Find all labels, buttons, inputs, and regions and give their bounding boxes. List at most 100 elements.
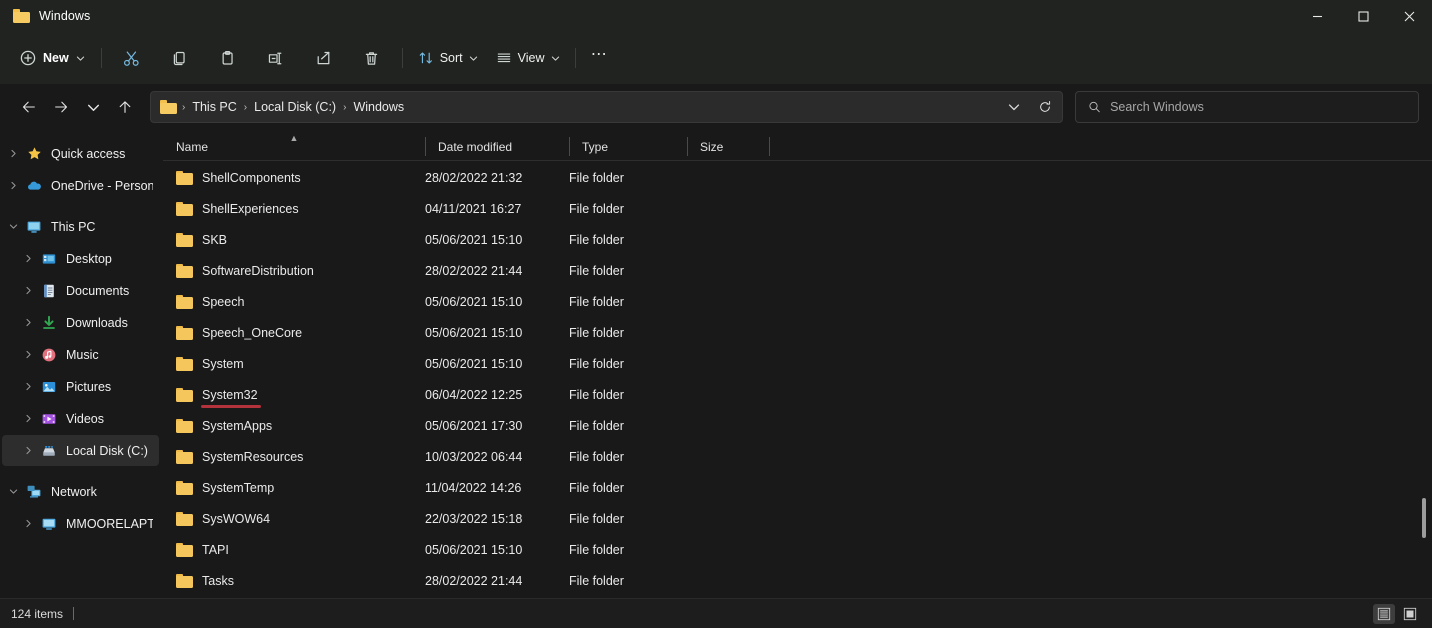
file-name: SystemApps [202, 418, 273, 433]
file-name: ShellComponents [202, 170, 301, 185]
table-row[interactable]: SysWOW64 22/03/2022 15:18 File folder [163, 503, 1424, 534]
chevron-right-icon[interactable] [17, 318, 39, 327]
cell-type: File folder [569, 201, 624, 216]
cell-name: TAPI [163, 542, 425, 557]
chevron-right-icon[interactable] [17, 382, 39, 391]
up-button[interactable] [109, 91, 141, 123]
view-button-label: View [517, 51, 545, 65]
sidebar-item-mmoorelaptop[interactable]: MMOORELAPTOP [2, 508, 159, 539]
cell-name: SystemApps [163, 418, 425, 433]
command-toolbar: New Sort View ⋯ [0, 32, 1432, 84]
column-header-name[interactable]: ▲ Name [163, 133, 425, 160]
share-button[interactable] [301, 42, 347, 74]
table-row[interactable]: System 05/06/2021 15:10 File folder [163, 348, 1424, 379]
paste-button[interactable] [205, 42, 251, 74]
file-explorer-window: Windows New Sort View ⋯ › This PC › Loca… [0, 0, 1432, 628]
table-row[interactable]: SystemApps 05/06/2021 17:30 File folder [163, 410, 1424, 441]
large-icons-view-button[interactable] [1399, 604, 1421, 624]
chevron-right-icon[interactable] [17, 414, 39, 423]
maximize-button[interactable] [1340, 0, 1386, 32]
chevron-down-icon[interactable] [2, 487, 24, 496]
breadcrumb-item-windows[interactable]: Windows [347, 97, 410, 117]
copy-button[interactable] [157, 42, 203, 74]
sidebar-item-label: Network [51, 484, 97, 499]
sort-button-label: Sort [439, 51, 463, 65]
minimize-button[interactable] [1294, 0, 1340, 32]
sidebar-item-downloads[interactable]: Downloads [2, 307, 159, 338]
table-row[interactable]: SoftwareDistribution 28/02/2022 21:44 Fi… [163, 255, 1424, 286]
scissors-icon [124, 50, 139, 66]
chevron-right-icon[interactable] [17, 286, 39, 295]
sidebar-item-network[interactable]: Network [2, 476, 159, 507]
table-row[interactable]: Speech_OneCore 05/06/2021 15:10 File fol… [163, 317, 1424, 348]
breadcrumb-item-local-disk[interactable]: Local Disk (C:) [248, 97, 342, 117]
cell-date-modified: 06/04/2022 12:25 [425, 387, 523, 402]
sort-icon [419, 52, 432, 64]
column-header-type[interactable]: Type [569, 133, 687, 160]
cell-date-modified: 28/02/2022 21:32 [425, 170, 523, 185]
cut-button[interactable] [109, 42, 155, 74]
column-header-date-modified[interactable]: Date modified [425, 133, 569, 160]
see-more-button[interactable]: ⋯ [582, 42, 618, 74]
forward-button[interactable] [45, 91, 77, 123]
sidebar-item-documents[interactable]: Documents [2, 275, 159, 306]
folder-icon [176, 263, 193, 278]
sidebar-item-quick-access[interactable]: Quick access [2, 138, 159, 169]
back-button[interactable] [13, 91, 45, 123]
scrollbar-thumb[interactable] [1422, 498, 1426, 538]
sidebar-item-videos[interactable]: Videos [2, 403, 159, 434]
folder-icon [176, 418, 193, 433]
chevron-right-icon[interactable] [17, 519, 39, 528]
copy-icon [173, 51, 185, 65]
breadcrumb-item-this-pc[interactable]: This PC [186, 97, 242, 117]
table-row[interactable]: Speech 05/06/2021 15:10 File folder [163, 286, 1424, 317]
search-box[interactable] [1075, 91, 1419, 123]
close-button[interactable] [1386, 0, 1432, 32]
sidebar-item-this-pc[interactable]: This PC [2, 211, 159, 242]
chevron-right-icon[interactable] [2, 149, 24, 158]
breadcrumb[interactable]: › This PC › Local Disk (C:) › Windows [150, 91, 1063, 123]
sidebar-item-desktop[interactable]: Desktop [2, 243, 159, 274]
vertical-scrollbar[interactable] [1418, 160, 1430, 598]
breadcrumb-dropdown-button[interactable] [999, 92, 1029, 122]
sidebar-item-onedrive[interactable]: OneDrive - Personal [2, 170, 159, 201]
cell-date-modified: 22/03/2022 15:18 [425, 511, 523, 526]
file-list-pane: ▲ Name Date modified Type Size ShellComp… [163, 130, 1432, 598]
table-row[interactable]: ShellExperiences 04/11/2021 16:27 File f… [163, 193, 1424, 224]
sort-ascending-icon: ▲ [289, 133, 299, 143]
view-button[interactable]: View [487, 42, 569, 74]
chevron-right-icon[interactable] [2, 181, 24, 190]
delete-button[interactable] [349, 42, 395, 74]
rename-button[interactable] [253, 42, 299, 74]
table-row[interactable]: Tasks 28/02/2022 21:44 File folder [163, 565, 1424, 596]
search-input[interactable] [1110, 100, 1418, 114]
recent-locations-button[interactable] [77, 91, 109, 123]
sidebar-item-pictures[interactable]: Pictures [2, 371, 159, 402]
chevron-down-icon[interactable] [2, 222, 24, 231]
table-row[interactable]: System32 06/04/2022 12:25 File folder [163, 379, 1424, 410]
chevron-down-icon [87, 104, 99, 111]
folder-icon [176, 232, 193, 247]
chevron-right-icon[interactable] [17, 350, 39, 359]
new-button[interactable]: New [13, 42, 95, 74]
table-row[interactable]: TAPI 05/06/2021 15:10 File folder [163, 534, 1424, 565]
sort-button[interactable]: Sort [409, 42, 487, 74]
status-bar-left: 124 items [11, 607, 75, 621]
sidebar-item-local-disk-c[interactable]: Local Disk (C:) [2, 435, 159, 466]
table-row[interactable]: SKB 05/06/2021 15:10 File folder [163, 224, 1424, 255]
status-bar: 124 items [0, 598, 1432, 628]
chevron-right-icon[interactable] [17, 446, 39, 455]
table-row[interactable]: SystemTemp 11/04/2022 14:26 File folder [163, 472, 1424, 503]
cell-name: SoftwareDistribution [163, 263, 425, 278]
details-view-button[interactable] [1373, 603, 1395, 624]
file-name: ShellExperiences [202, 201, 299, 216]
column-header-size[interactable]: Size [687, 133, 769, 160]
table-row[interactable]: ShellComponents 28/02/2022 21:32 File fo… [163, 162, 1424, 193]
documents-icon [39, 283, 59, 299]
chevron-right-icon[interactable] [17, 254, 39, 263]
chevron-down-icon [1008, 104, 1020, 111]
table-row[interactable]: SystemResources 10/03/2022 06:44 File fo… [163, 441, 1424, 472]
column-header-filler [769, 133, 1432, 160]
sidebar-item-music[interactable]: Music [2, 339, 159, 370]
refresh-button[interactable] [1029, 92, 1061, 122]
